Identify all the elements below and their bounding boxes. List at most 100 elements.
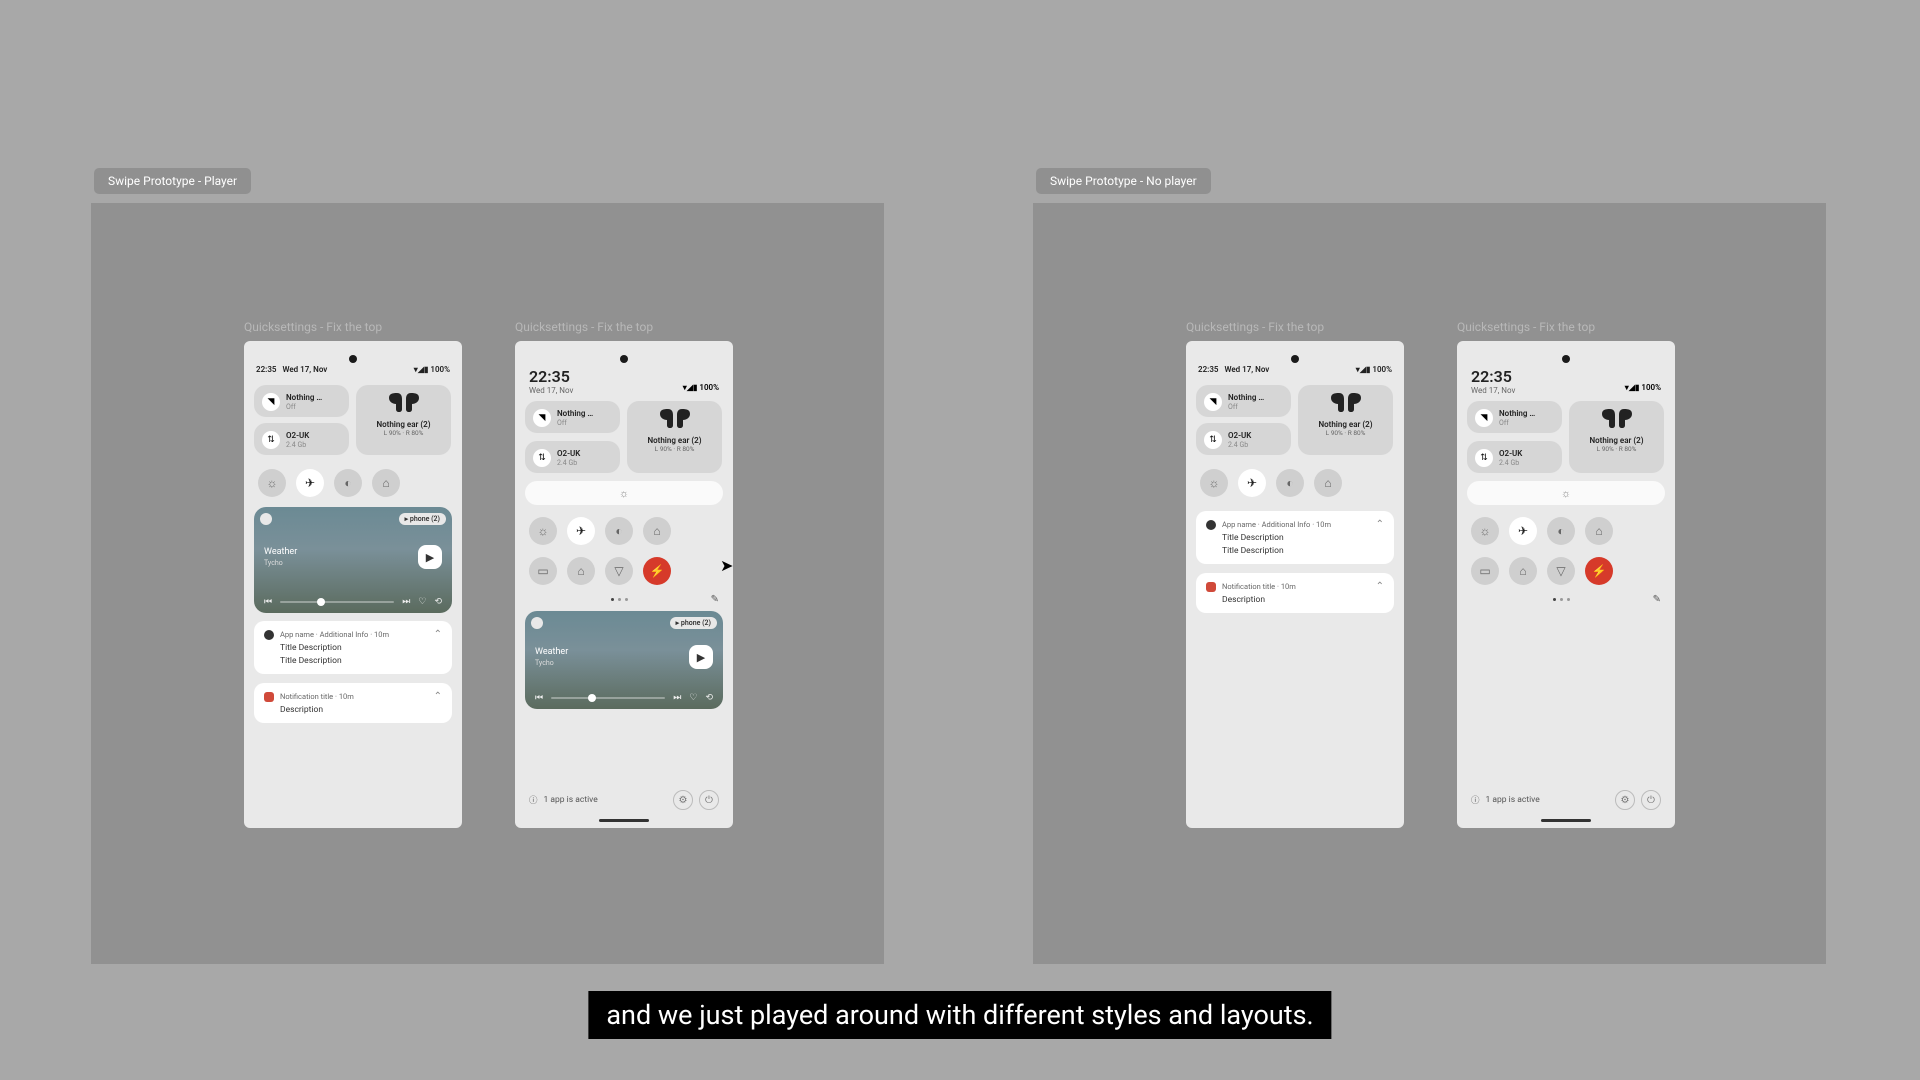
game-toggle[interactable]: ⌂ xyxy=(643,517,671,545)
phone-mock-large[interactable]: 22:35 Wed 17, Nov ▾◢▮100% ◥Nothing …Off … xyxy=(515,341,733,828)
darkmode-toggle[interactable]: ◐ xyxy=(334,469,362,497)
media-player-card[interactable]: ▸ phone (2) Weather Tycho ▶ ⏮⏭♡⟲ xyxy=(525,611,723,709)
chevron-up-icon[interactable]: ⌃ xyxy=(434,629,442,640)
flashlight-toggle[interactable]: ⚡ xyxy=(643,557,671,585)
spotify-icon xyxy=(260,513,272,525)
phone-mock-small[interactable]: 22:35 Wed 17, Nov ▾◢▮100% ◥Nothing …Off … xyxy=(1186,341,1404,828)
home-toggle[interactable]: ⌂ xyxy=(1509,557,1537,585)
brightness-slider[interactable]: ☼ xyxy=(1467,481,1665,505)
notch-icon xyxy=(1291,355,1299,363)
notch-icon xyxy=(1562,355,1570,363)
filter-toggle[interactable]: ▽ xyxy=(1547,557,1575,585)
flashlight-toggle[interactable]: ⚡ xyxy=(1585,557,1613,585)
notification-card[interactable]: Notification title · 10m⌃ Description xyxy=(1196,573,1394,613)
tile-earbuds[interactable]: Nothing ear (2) L 90% · R 80% xyxy=(1298,385,1393,455)
media-artist: Tycho xyxy=(535,659,554,667)
tile-carrier[interactable]: ⇅O2-UK2.4 Gb xyxy=(1196,423,1291,455)
info-icon: ⓘ xyxy=(1471,794,1480,806)
play-button[interactable]: ▶ xyxy=(418,545,442,569)
tile-earbuds[interactable]: Nothing ear (2) L 90% · R 80% xyxy=(627,401,722,473)
next-icon[interactable]: ⏭ xyxy=(402,597,410,607)
tile-earbuds[interactable]: Nothing ear (2) L 90% · R 80% xyxy=(1569,401,1664,473)
next-icon[interactable]: ⏭ xyxy=(673,693,681,703)
game-toggle[interactable]: ⌂ xyxy=(1585,517,1613,545)
notification-card[interactable]: App name · Additional Info · 10m⌃ Title … xyxy=(254,621,452,674)
brightness-toggle[interactable]: ☼ xyxy=(258,469,286,497)
scrubber[interactable] xyxy=(280,601,394,603)
toggle-row-1: ☼ ✈ ◐ ⌂ xyxy=(529,517,671,545)
notification-card[interactable]: Notification title · 10m⌃ Description xyxy=(254,683,452,723)
brightness-toggle[interactable]: ☼ xyxy=(529,517,557,545)
frame-right: Quicksettings - Fix the top 22:35 Wed 17… xyxy=(1033,203,1826,964)
swap-icon: ⇅ xyxy=(1204,431,1222,449)
edit-icon[interactable]: ✎ xyxy=(1653,594,1661,605)
tile-nothing[interactable]: ◥Nothing …Off xyxy=(525,401,620,433)
wifi-icon: ◥ xyxy=(1204,393,1222,411)
tile-carrier[interactable]: ⇅O2-UK2.4 Gb xyxy=(1467,441,1562,473)
tile-nothing[interactable]: ◥Nothing …Off xyxy=(1196,385,1291,417)
airplane-toggle[interactable]: ✈ xyxy=(567,517,595,545)
darkmode-toggle[interactable]: ◐ xyxy=(1276,469,1304,497)
darkmode-toggle[interactable]: ◐ xyxy=(605,517,633,545)
scrubber[interactable] xyxy=(551,697,665,699)
power-icon[interactable]: ⏻ xyxy=(1641,790,1661,810)
brightness-toggle[interactable]: ☼ xyxy=(1200,469,1228,497)
statusbar-right: ▾◢▮100% xyxy=(1625,383,1661,392)
earbuds-icon xyxy=(387,391,421,413)
brightness-toggle[interactable]: ☼ xyxy=(1471,517,1499,545)
tile-carrier[interactable]: ⇅O2-UK2.4 Gb xyxy=(525,441,620,473)
notch-icon xyxy=(620,355,628,363)
chevron-up-icon[interactable]: ⌃ xyxy=(434,691,442,702)
repeat-icon[interactable]: ⟲ xyxy=(705,693,713,703)
heart-icon[interactable]: ♡ xyxy=(418,597,426,607)
airplane-toggle[interactable]: ✈ xyxy=(1238,469,1266,497)
frame-label-right[interactable]: Swipe Prototype - No player xyxy=(1036,168,1211,194)
phone-mock-large[interactable]: 22:35 Wed 17, Nov ▾◢▮100% ◥Nothing …Off … xyxy=(1457,341,1675,828)
app-icon xyxy=(1206,520,1216,530)
frame-left: Quicksettings - Fix the top 22:35 Wed 17… xyxy=(91,203,884,964)
play-button[interactable]: ▶ xyxy=(689,645,713,669)
chevron-up-icon[interactable]: ⌃ xyxy=(1376,519,1384,530)
chevron-up-icon[interactable]: ⌃ xyxy=(1376,581,1384,592)
footer-row: ⓘ 1 app is active ⚙ ⏻ xyxy=(1471,790,1661,810)
brightness-icon: ☼ xyxy=(619,487,629,500)
settings-icon[interactable]: ⚙ xyxy=(673,790,693,810)
tile-nothing[interactable]: ◥Nothing …Off xyxy=(1467,401,1562,433)
wifi-icon: ◥ xyxy=(533,409,551,427)
airplane-toggle[interactable]: ✈ xyxy=(296,469,324,497)
frame-label-left[interactable]: Swipe Prototype - Player xyxy=(94,168,251,194)
cast-toggle[interactable]: ▭ xyxy=(529,557,557,585)
darkmode-toggle[interactable]: ◐ xyxy=(1547,517,1575,545)
cast-toggle[interactable]: ▭ xyxy=(1471,557,1499,585)
tile-earbuds[interactable]: Nothing ear (2) L 90% · R 80% xyxy=(356,385,451,455)
edit-icon[interactable]: ✎ xyxy=(711,594,719,605)
nav-bar[interactable] xyxy=(599,819,649,822)
tile-carrier[interactable]: ⇅ O2-UK2.4 Gb xyxy=(254,423,349,455)
artboard-label: Quicksettings - Fix the top xyxy=(1457,320,1595,334)
output-chip[interactable]: ▸ phone (2) xyxy=(399,513,446,525)
clock-header: 22:35 Wed 17, Nov xyxy=(1471,367,1515,395)
media-player-card[interactable]: ▸ phone (2) Weather Tycho ▶ ⏮ ⏭ ♡ ⟲ xyxy=(254,507,452,613)
settings-icon[interactable]: ⚙ xyxy=(1615,790,1635,810)
brightness-slider[interactable]: ☼ xyxy=(525,481,723,505)
phone-mock-small[interactable]: 22:35 Wed 17, Nov ▾◢▮100% ◥ Nothing …Off… xyxy=(244,341,462,828)
earbuds-icon xyxy=(1600,407,1634,429)
filter-toggle[interactable]: ▽ xyxy=(605,557,633,585)
repeat-icon[interactable]: ⟲ xyxy=(434,597,442,607)
home-toggle[interactable]: ⌂ xyxy=(567,557,595,585)
earbuds-icon xyxy=(1329,391,1363,413)
airplane-toggle[interactable]: ✈ xyxy=(1509,517,1537,545)
clock-header: 22:35 Wed 17, Nov xyxy=(529,367,573,395)
tile-nothing[interactable]: ◥ Nothing …Off xyxy=(254,385,349,417)
game-toggle[interactable]: ⌂ xyxy=(372,469,400,497)
output-chip[interactable]: ▸ phone (2) xyxy=(670,617,717,629)
heart-icon[interactable]: ♡ xyxy=(689,693,697,703)
prev-icon[interactable]: ⏮ xyxy=(264,597,272,607)
app-icon xyxy=(264,630,274,640)
prev-icon[interactable]: ⏮ xyxy=(535,693,543,703)
game-toggle[interactable]: ⌂ xyxy=(1314,469,1342,497)
nav-bar[interactable] xyxy=(1541,819,1591,822)
notification-card[interactable]: App name · Additional Info · 10m⌃ Title … xyxy=(1196,511,1394,564)
spotify-icon xyxy=(531,617,543,629)
power-icon[interactable]: ⏻ xyxy=(699,790,719,810)
